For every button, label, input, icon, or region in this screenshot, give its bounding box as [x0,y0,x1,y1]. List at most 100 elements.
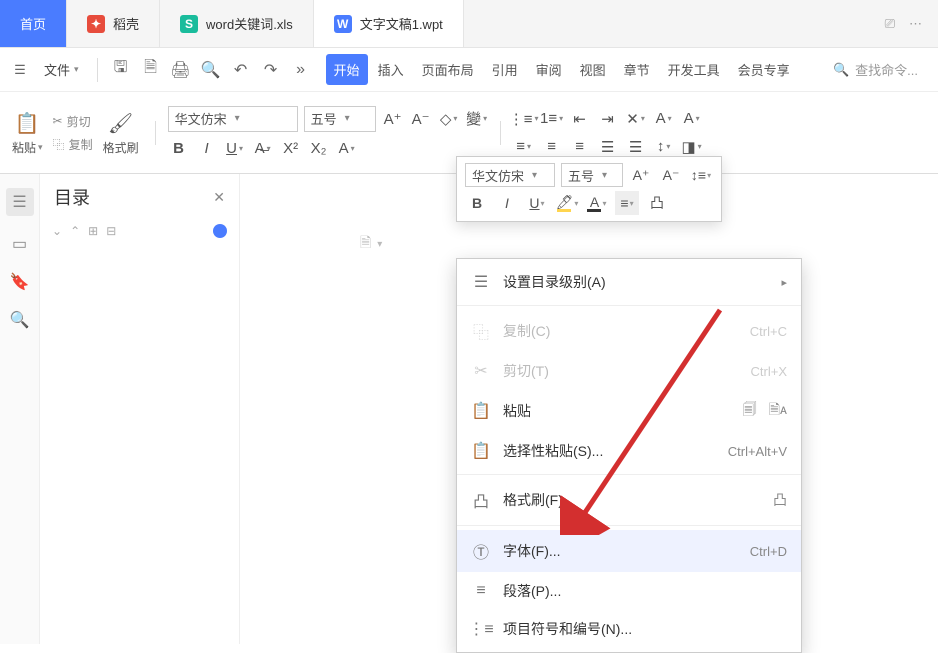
line-spacing-icon[interactable]: ↕ [653,136,675,158]
tab-review[interactable]: 审阅 [528,54,570,85]
plus-icon[interactable]: ⊞ [88,224,98,238]
float-underline-icon[interactable]: U [525,191,549,215]
ctx-set-level[interactable]: ☰ 设置目录级别(A) ▸ [457,263,801,301]
outline-panel: 目录 ✕ ⌄ ⌃ ⊞ ⊟ [40,174,240,644]
outline-rail-icon[interactable]: ☰ [6,188,34,216]
ctx-cut: ✂ 剪切(T) Ctrl+X [457,352,801,390]
float-italic-icon[interactable]: I [495,191,519,215]
tab-start[interactable]: 开始 [326,54,368,85]
subscript-icon[interactable]: X₂ [308,138,330,160]
paste-label[interactable]: 粘贴▾ [12,139,43,156]
clear-format-icon[interactable]: ◇ [438,108,460,130]
expand-icon[interactable]: ⌄ [52,224,62,238]
tab-view[interactable]: 视图 [572,54,614,85]
float-format-painter-icon[interactable]: 凸 [645,191,669,215]
distribute-icon[interactable]: ☰ [625,136,647,158]
grow-font-icon[interactable]: A⁺ [382,108,404,130]
print-icon[interactable]: 🖨 [168,57,194,83]
tab-home-label: 首页 [20,14,46,33]
float-font-size[interactable]: 五号▾ [561,163,623,187]
italic-icon[interactable]: I [196,138,218,160]
copy-button[interactable]: ⿻复制 [53,136,93,153]
bookmark-rail-icon[interactable]: 🔖 [10,272,30,292]
ctx-paste-special[interactable]: 📋 选择性粘贴(S)... Ctrl+Alt+V [457,432,801,470]
float-bold-icon[interactable]: B [465,191,489,215]
more-quick-icon[interactable]: » [288,57,314,83]
more-icon[interactable]: ⋯ [909,16,922,32]
font-size-select[interactable]: 五号▾ [304,106,376,132]
bold-icon[interactable]: B [168,138,190,160]
tab-devtools[interactable]: 开发工具 [660,54,728,85]
mini-toolbar: 华文仿宋▾ 五号▾ A⁺ A⁻ ↕≡ B I U 🖊 A ≡ 凸 [456,156,722,222]
close-icon[interactable]: ✕ [213,189,225,206]
text-effects-icon[interactable]: ✕ [625,108,647,130]
styles-b-icon[interactable]: A [681,108,703,130]
tab-insert[interactable]: 插入 [370,54,412,85]
paragraph-mark: 🗎 ▾ [360,232,382,256]
bullets-icon[interactable]: ⋮≡ [513,108,535,130]
tab-references[interactable]: 引用 [484,54,526,85]
float-font-name[interactable]: 华文仿宋▾ [465,163,555,187]
float-font-color-icon[interactable]: A [585,191,609,215]
align-left-icon[interactable]: ≡ [513,136,535,158]
format-painter-label[interactable]: 格式刷 [103,139,139,156]
font-color-icon[interactable]: A [336,138,358,160]
paste-icon: 📋 [471,401,491,421]
minus-icon[interactable]: ⊟ [106,224,116,238]
phonetic-icon[interactable]: 變 [466,108,488,130]
tab-chapter[interactable]: 章节 [616,54,658,85]
font-name-select[interactable]: 华文仿宋▾ [168,106,298,132]
justify-icon[interactable]: ☰ [597,136,619,158]
docer-icon: ✦ [87,15,105,33]
collapse-icon[interactable]: ⌃ [70,224,80,238]
tab-right-controls: ⎚ ⋯ [869,0,938,47]
ctx-format-painter[interactable]: 凸 格式刷(F) 凸 [457,479,801,521]
undo-icon[interactable]: ↶ [228,57,254,83]
ctx-font[interactable]: Ⓣ 字体(F)... Ctrl+D [457,530,801,572]
cut-button[interactable]: ✂剪切 [53,113,93,130]
tab-home[interactable]: 首页 [0,0,67,47]
bullets-numbering-icon: ⋮≡ [471,619,491,639]
indent-dec-icon[interactable]: ⇤ [569,108,591,130]
redo-icon[interactable]: ↷ [258,57,284,83]
float-shrink-font-icon[interactable]: A⁻ [659,163,683,187]
tab-docer[interactable]: ✦ 稻壳 [67,0,160,47]
strike-icon[interactable]: A̶ [252,138,274,160]
underline-icon[interactable]: U [224,138,246,160]
ctx-paste[interactable]: 📋 粘贴 🗐 🗎ᴀ [457,390,801,432]
paste-keep-format-icon[interactable]: 🗐 [743,399,757,423]
page-rail-icon[interactable]: ▭ [12,234,27,254]
tab-member[interactable]: 会员专享 [730,54,798,85]
menu-icon[interactable]: ☰ [8,62,32,78]
numbering-icon[interactable]: 1≡ [541,108,563,130]
save-as-icon[interactable]: 🗎 [138,57,164,83]
save-icon[interactable]: 🖫 [108,57,134,83]
tab-wpt[interactable]: W 文字文稿1.wpt [314,0,464,47]
float-highlight-icon[interactable]: 🖊 [555,191,579,215]
format-painter-icon[interactable]: 🖌 [106,109,136,137]
refresh-dot-icon[interactable] [213,224,227,238]
ctx-paragraph[interactable]: ≡ 段落(P)... [457,572,801,610]
print-preview-icon[interactable]: 🔍 [198,57,224,83]
command-search[interactable]: 🔍 查找命令... [821,60,930,79]
shrink-font-icon[interactable]: A⁻ [410,108,432,130]
align-center-icon[interactable]: ≡ [541,136,563,158]
shading-icon[interactable]: ◨ [681,136,703,158]
float-grow-font-icon[interactable]: A⁺ [629,163,653,187]
outline-title: 目录 [54,184,90,210]
present-icon[interactable]: ⎚ [885,16,895,32]
paste-icon[interactable]: 📋 [12,109,42,137]
superscript-icon[interactable]: X² [280,138,302,160]
paste-text-only-icon[interactable]: 🗎ᴀ [769,399,787,423]
ctx-bullets[interactable]: ⋮≡ 项目符号和编号(N)... [457,610,801,648]
styles-a-icon[interactable]: A [653,108,675,130]
quick-toolbar: ☰ 文件▾ 🖫 🗎 🖨 🔍 ↶ ↷ » 开始 插入 页面布局 引用 审阅 视图 … [0,48,938,92]
search-rail-icon[interactable]: 🔍 [10,310,30,330]
align-right-icon[interactable]: ≡ [569,136,591,158]
indent-inc-icon[interactable]: ⇥ [597,108,619,130]
tab-layout[interactable]: 页面布局 [414,54,482,85]
float-align-icon[interactable]: ≡ [615,191,639,215]
tab-xls[interactable]: S word关键词.xls [160,0,314,47]
float-line-spacing-icon[interactable]: ↕≡ [689,163,713,187]
file-menu[interactable]: 文件▾ [36,56,87,83]
